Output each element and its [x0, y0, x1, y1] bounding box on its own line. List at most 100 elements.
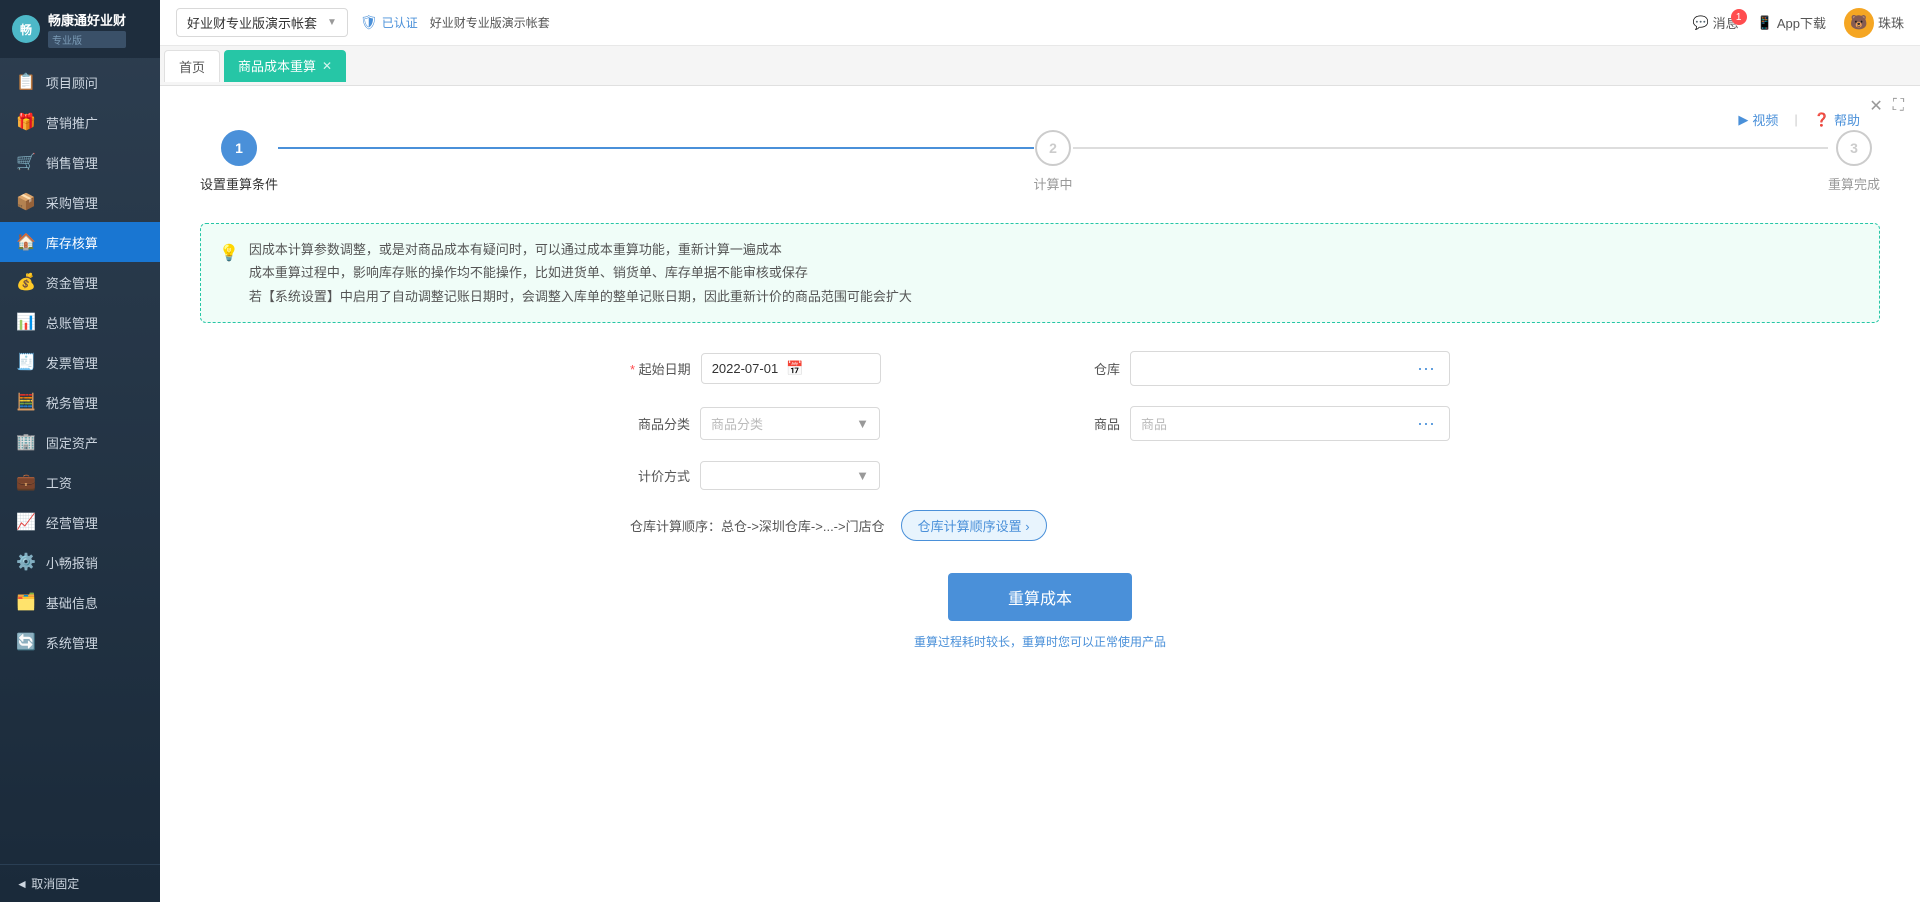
product-label: 商品	[1060, 414, 1120, 433]
topbar: 好业财专业版演示帐套 ▼ 🛡 已认证 好业财专业版演示帐套 💬 消息 1 📱 A…	[160, 0, 1920, 46]
chevron-down-icon: ▼	[856, 468, 869, 483]
account-selector[interactable]: 好业财专业版演示帐套 ▼	[176, 8, 348, 37]
pricing-label: 计价方式	[630, 466, 690, 485]
form-row-3: 计价方式 ▼	[630, 461, 1450, 490]
sidebar: 畅 畅康通好业财 专业版 📋 项目顾问 🎁 营销推广 🛒 销售管理 📦 采购管理…	[0, 0, 160, 902]
user-avatar-button[interactable]: 🐻 珠珠	[1844, 8, 1904, 38]
project-icon: 📋	[16, 72, 36, 92]
sidebar-item-assets[interactable]: 🏢 固定资产	[0, 422, 160, 462]
accounting-icon: 📊	[16, 312, 36, 332]
sidebar-item-system[interactable]: 🔄 系统管理	[0, 622, 160, 662]
sidebar-item-label: 资金管理	[46, 273, 98, 292]
category-select[interactable]: 商品分类 ▼	[700, 407, 880, 440]
tax-icon: 🧮	[16, 392, 36, 412]
step-circle-3: 3	[1836, 130, 1872, 166]
video-help-button[interactable]: ▶ 视频	[1738, 110, 1778, 129]
product-placeholder: 商品	[1141, 414, 1167, 433]
operations-icon: 📈	[16, 512, 36, 532]
step-label-2: 计算中	[1034, 174, 1073, 193]
sidebar-item-expense[interactable]: ⚙️ 小畅报销	[0, 542, 160, 582]
warehouse-field: 仓库 ···	[1060, 351, 1450, 386]
sidebar-item-payroll[interactable]: 💼 工资	[0, 462, 160, 502]
tab-recalc-label: 商品成本重算	[238, 56, 316, 75]
sidebar-item-invoice[interactable]: 🧾 发票管理	[0, 342, 160, 382]
stepper: 1 设置重算条件 2 计算中 3 重算完成	[200, 130, 1880, 193]
start-date-input[interactable]: 2022-07-01 📅	[701, 353, 881, 384]
sidebar-item-finance[interactable]: 💰 资金管理	[0, 262, 160, 302]
app-logo-icon: 畅	[12, 15, 40, 43]
sidebar-item-purchase[interactable]: 📦 采购管理	[0, 182, 160, 222]
stepper-step-2: 2 计算中	[1034, 130, 1073, 193]
category-label: 商品分类	[630, 414, 690, 433]
helper-links: ▶ 视频 | ❓ 帮助	[1738, 110, 1860, 129]
avatar: 🐻	[1844, 8, 1874, 38]
sidebar-item-label: 税务管理	[46, 393, 98, 412]
sidebar-item-sales[interactable]: 🛒 销售管理	[0, 142, 160, 182]
stepper-step-1: 1 设置重算条件	[200, 130, 278, 193]
payroll-icon: 💼	[16, 472, 36, 492]
sidebar-item-label: 经营管理	[46, 513, 98, 532]
sidebar-item-label: 库存核算	[46, 233, 98, 252]
warehouse-input[interactable]: ···	[1130, 351, 1450, 386]
tabbar: 首页 商品成本重算 ✕	[160, 46, 1920, 86]
message-icon: 💬	[1692, 15, 1708, 31]
info-box: 💡 因成本计算参数调整，或是对商品成本有疑问时，可以通过成本重算功能，重新计算一…	[200, 223, 1880, 323]
help-button[interactable]: ❓ 帮助	[1814, 110, 1860, 129]
sidebar-item-label: 固定资产	[46, 433, 98, 452]
sidebar-item-label: 工资	[46, 473, 72, 492]
play-icon: ▶	[1738, 112, 1748, 128]
sales-icon: 🛒	[16, 152, 36, 172]
window-controls: ✕ ⛶	[1869, 96, 1904, 116]
step-circle-1: 1	[221, 130, 257, 166]
sidebar-menu: 📋 项目顾问 🎁 营销推广 🛒 销售管理 📦 采购管理 🏠 库存核算 💰 资金管…	[0, 58, 160, 864]
calc-order-settings-button[interactable]: 仓库计算顺序设置 ›	[901, 510, 1047, 541]
chevron-down-icon: ▼	[327, 17, 337, 28]
main-content: 好业财专业版演示帐套 ▼ 🛡 已认证 好业财专业版演示帐套 💬 消息 1 📱 A…	[160, 0, 1920, 902]
sidebar-item-tax[interactable]: 🧮 税务管理	[0, 382, 160, 422]
expense-icon: ⚙️	[16, 552, 36, 572]
sidebar-item-basic[interactable]: 🗂️ 基础信息	[0, 582, 160, 622]
recalc-button[interactable]: 重算成本	[948, 573, 1132, 621]
invoice-icon: 🧾	[16, 352, 36, 372]
sidebar-unpin-label: ◄ 取消固定	[16, 875, 79, 892]
inventory-icon: 🏠	[16, 232, 36, 252]
warehouse-ellipsis-button[interactable]: ···	[1413, 358, 1439, 379]
product-input[interactable]: 商品 ···	[1130, 406, 1450, 441]
sidebar-item-inventory[interactable]: 🏠 库存核算	[0, 222, 160, 262]
start-date-value: 2022-07-01	[712, 361, 779, 376]
expand-window-button[interactable]: ⛶	[1893, 97, 1904, 115]
tab-recalc[interactable]: 商品成本重算 ✕	[224, 50, 346, 82]
tab-home-label: 首页	[179, 57, 205, 76]
verified-label: 已认证	[382, 14, 418, 31]
sidebar-item-marketing[interactable]: 🎁 营销推广	[0, 102, 160, 142]
sidebar-unpin-button[interactable]: ◄ 取消固定	[0, 864, 160, 902]
chevron-down-icon: ▼	[856, 416, 869, 431]
sidebar-item-accounting[interactable]: 📊 总账管理	[0, 302, 160, 342]
app-download-button[interactable]: 📱 App下载	[1757, 13, 1826, 32]
message-button[interactable]: 💬 消息 1	[1692, 13, 1738, 32]
sidebar-item-operations[interactable]: 📈 经营管理	[0, 502, 160, 542]
topbar-actions: 💬 消息 1 📱 App下载 🐻 珠珠	[1692, 8, 1904, 38]
app-edition: 专业版	[48, 31, 126, 48]
sidebar-item-label: 销售管理	[46, 153, 98, 172]
account-name: 好业财专业版演示帐套	[187, 13, 317, 32]
pricing-field: 计价方式 ▼	[630, 461, 1020, 490]
pricing-select[interactable]: ▼	[700, 461, 880, 490]
tab-close-icon[interactable]: ✕	[322, 59, 332, 73]
close-window-button[interactable]: ✕	[1869, 96, 1882, 116]
action-section: 重算成本 重算过程耗时较长，重算时您可以正常使用产品	[200, 573, 1880, 650]
sidebar-item-label: 总账管理	[46, 313, 98, 332]
sidebar-item-project[interactable]: 📋 项目顾问	[0, 62, 160, 102]
calc-order-label: 仓库计算顺序：总仓->深圳仓库->...->门店仓	[630, 516, 885, 535]
category-placeholder: 商品分类	[711, 414, 763, 433]
sidebar-item-label: 项目顾问	[46, 73, 98, 92]
warehouse-label: 仓库	[1060, 359, 1120, 378]
basic-icon: 🗂️	[16, 592, 36, 612]
stepper-step-3: 3 重算完成	[1828, 130, 1880, 193]
video-label: 视频	[1752, 110, 1778, 129]
product-ellipsis-button[interactable]: ···	[1413, 413, 1439, 434]
finance-icon: 💰	[16, 272, 36, 292]
sidebar-logo: 畅 畅康通好业财 专业版	[0, 0, 160, 58]
tab-home[interactable]: 首页	[164, 50, 220, 82]
sidebar-item-label: 小畅报销	[46, 553, 98, 572]
